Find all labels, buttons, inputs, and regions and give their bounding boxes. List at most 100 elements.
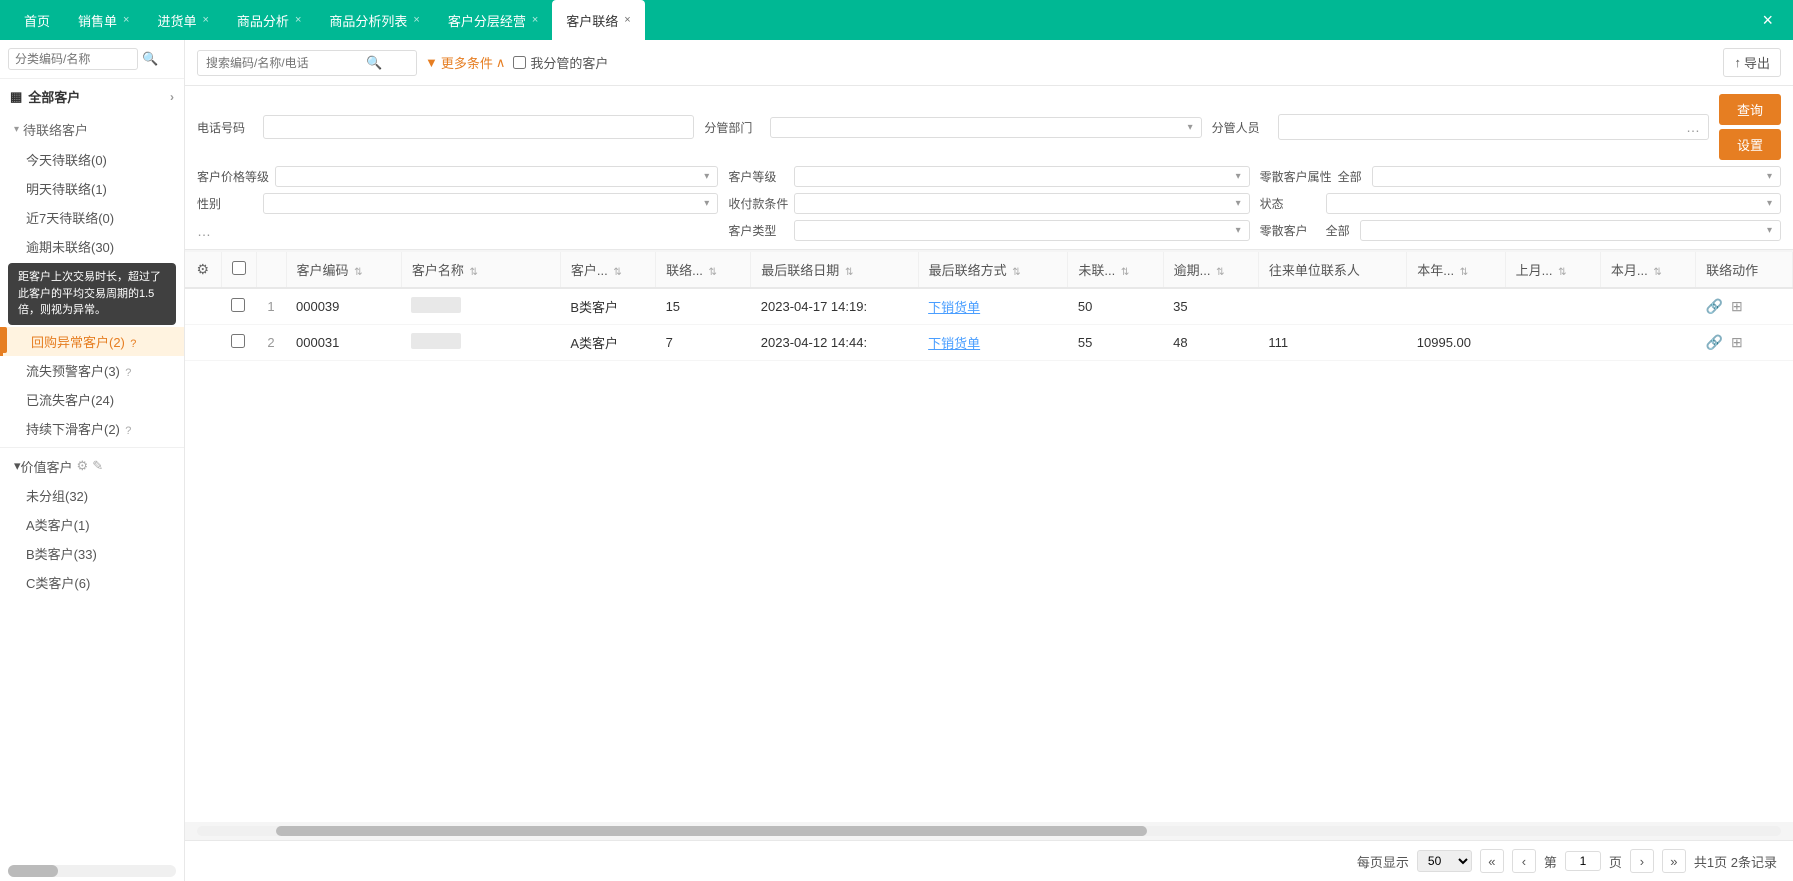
lost-preview-help-icon[interactable]: ?	[125, 367, 131, 379]
dots-label[interactable]: …	[197, 223, 211, 239]
h-scrollbar-area[interactable]	[185, 822, 1793, 840]
help-icon[interactable]: ?	[130, 338, 136, 350]
declining-help-icon[interactable]: ?	[125, 425, 131, 437]
more-conditions-button[interactable]: ▼ 更多条件 ∧	[425, 53, 505, 72]
col-this-month[interactable]: 本月... ⇅	[1600, 252, 1695, 288]
col-unit-contact[interactable]: 往来单位联系人	[1258, 252, 1406, 288]
gender-select[interactable]: ▾	[263, 193, 718, 214]
row2-grid-icon[interactable]: ⊞	[1731, 334, 1743, 351]
page-number-input[interactable]	[1565, 851, 1601, 871]
sidebar-collapse-icon[interactable]: ›	[170, 90, 174, 104]
nav-sales-close[interactable]: ×	[123, 14, 129, 26]
row1-grid-icon[interactable]: ⊞	[1731, 298, 1743, 315]
next-page-button[interactable]: ›	[1630, 849, 1654, 873]
sidebar-scrollbar[interactable]	[8, 865, 176, 877]
nav-sales[interactable]: 销售单 ×	[64, 0, 143, 40]
status-select[interactable]: ▾	[1326, 193, 1781, 214]
prev-page-button[interactable]: ‹	[1512, 849, 1536, 873]
retail-attr-select[interactable]: ▾	[1372, 166, 1781, 187]
export-button[interactable]: ↑ 导出	[1723, 48, 1781, 77]
sidebar-today-waiting[interactable]: 今天待联络(0)	[0, 145, 184, 174]
row2-select-checkbox[interactable]	[231, 334, 245, 348]
sidebar-class-b[interactable]: B类客户(33)	[0, 539, 184, 568]
nav-customer-contact-close[interactable]: ×	[624, 14, 630, 26]
select-all-checkbox[interactable]	[232, 261, 246, 275]
branch-dept-select[interactable]: ▾	[770, 117, 1201, 138]
row1-link-icon[interactable]: 🔗	[1706, 298, 1723, 315]
chevron-up-icon: ∧	[496, 55, 506, 71]
h-scrollbar-track	[197, 826, 1781, 836]
filter-retail-customer: 零散客户 全部 ▾	[1260, 220, 1781, 241]
col-settings[interactable]: ⚙	[185, 252, 221, 288]
main-search-box[interactable]: 🔍	[197, 50, 417, 76]
row1-select-checkbox[interactable]	[231, 298, 245, 312]
col-this-year[interactable]: 本年... ⇅	[1407, 252, 1505, 288]
row2-link-icon[interactable]: 🔗	[1706, 334, 1723, 351]
nav-product-analysis[interactable]: 商品分析 ×	[223, 0, 315, 40]
query-button[interactable]: 查询	[1719, 94, 1781, 125]
table-settings-icon[interactable]: ⚙	[196, 261, 209, 277]
row1-last-method[interactable]: 下销货单	[918, 288, 1068, 325]
window-close-button[interactable]: ×	[1752, 10, 1783, 31]
my-customers-checkbox[interactable]	[513, 56, 526, 69]
last-page-button[interactable]: »	[1662, 849, 1686, 873]
nav-customer-segment-close[interactable]: ×	[532, 14, 538, 26]
row1-index: 1	[256, 288, 286, 325]
col-customer-type[interactable]: 客户... ⇅	[560, 252, 655, 288]
row2-last-method[interactable]: 下销货单	[918, 325, 1068, 361]
sidebar-search-input[interactable]	[8, 48, 138, 70]
nav-home[interactable]: 首页	[10, 0, 64, 40]
nav-product-list-close[interactable]: ×	[413, 14, 419, 26]
main-search-input[interactable]	[206, 56, 366, 70]
price-level-select[interactable]: ▾	[275, 166, 718, 187]
sidebar-repurchase-abnormal[interactable]: 回购异常客户(2) ?	[0, 327, 184, 356]
dots-icon-1[interactable]: …	[1686, 119, 1700, 135]
arrow-down-icon: ▾	[14, 124, 19, 135]
first-page-button[interactable]: «	[1480, 849, 1504, 873]
filter-row-3: 性别 ▾ 收付款条件 ▾ 状态	[197, 193, 1781, 214]
sidebar-valued-customers-group[interactable]: ▾ 价值客户 ⚙ ✎	[0, 452, 184, 481]
col-contact[interactable]: 联络... ⇅	[656, 252, 751, 288]
nav-product-list[interactable]: 商品分析列表 ×	[315, 0, 433, 40]
col-name[interactable]: 客户名称 ⇅	[401, 252, 560, 288]
settings-small-icon[interactable]: ⚙	[77, 458, 89, 474]
phone-input[interactable]	[263, 115, 694, 139]
sidebar-search-icon[interactable]: 🔍	[142, 51, 158, 67]
sidebar-class-a[interactable]: A类客户(1)	[0, 510, 184, 539]
nav-customer-segment[interactable]: 客户分层经营 ×	[434, 0, 552, 40]
col-overdue[interactable]: 逾期... ⇅	[1163, 252, 1258, 288]
settings-button[interactable]: 设置	[1719, 129, 1781, 160]
filter-retail-attr: 零散客户属性 全部 ▾	[1260, 166, 1781, 187]
sidebar-class-c[interactable]: C类客户(6)	[0, 568, 184, 597]
sidebar-tomorrow-waiting[interactable]: 明天待联络(1)	[0, 174, 184, 203]
main-search-icon[interactable]: 🔍	[366, 55, 382, 71]
col-last-date[interactable]: 最后联络日期 ⇅	[751, 252, 918, 288]
sidebar-lost-customers[interactable]: 已流失客户(24)	[0, 385, 184, 414]
retail-customer-select[interactable]: ▾	[1360, 220, 1781, 241]
row1-unit-contact	[1258, 288, 1406, 325]
col-last-month[interactable]: 上月... ⇅	[1505, 252, 1600, 288]
my-customers-filter[interactable]: 我分管的客户	[513, 53, 608, 72]
sidebar-week-waiting[interactable]: 近7天待联络(0)	[0, 203, 184, 232]
col-uncontact[interactable]: 未联... ⇅	[1068, 252, 1163, 288]
nav-customer-contact[interactable]: 客户联络 ×	[552, 0, 644, 40]
customer-level-select[interactable]: ▾	[794, 166, 1249, 187]
sidebar-lost-preview[interactable]: 流失预警客户(3) ?	[0, 356, 184, 385]
col-last-method[interactable]: 最后联络方式 ⇅	[918, 252, 1068, 288]
per-page-select[interactable]: 50 100 200	[1417, 850, 1472, 872]
sidebar-all-customers[interactable]: ▦ 全部客户 ›	[0, 79, 184, 114]
nav-product-analysis-close[interactable]: ×	[295, 14, 301, 26]
branch-person-select[interactable]: …	[1278, 114, 1709, 140]
nav-purchase[interactable]: 进货单 ×	[143, 0, 222, 40]
col-code[interactable]: 客户编码 ⇅	[286, 252, 401, 288]
sidebar-declining-customers[interactable]: 持续下滑客户(2) ?	[0, 414, 184, 443]
customer-type-select[interactable]: ▾	[794, 220, 1249, 241]
row2-settings	[185, 325, 221, 361]
nav-purchase-close[interactable]: ×	[202, 14, 208, 26]
sidebar-ungrouped[interactable]: 未分组(32)	[0, 481, 184, 510]
payment-select[interactable]: ▾	[794, 193, 1249, 214]
sidebar-overdue-waiting[interactable]: 逾期未联络(30)	[0, 232, 184, 261]
sidebar-waiting-contact-group[interactable]: ▾ 待联络客户	[0, 114, 184, 145]
row1-checkbox	[221, 288, 256, 325]
edit-icon[interactable]: ✎	[92, 458, 103, 474]
